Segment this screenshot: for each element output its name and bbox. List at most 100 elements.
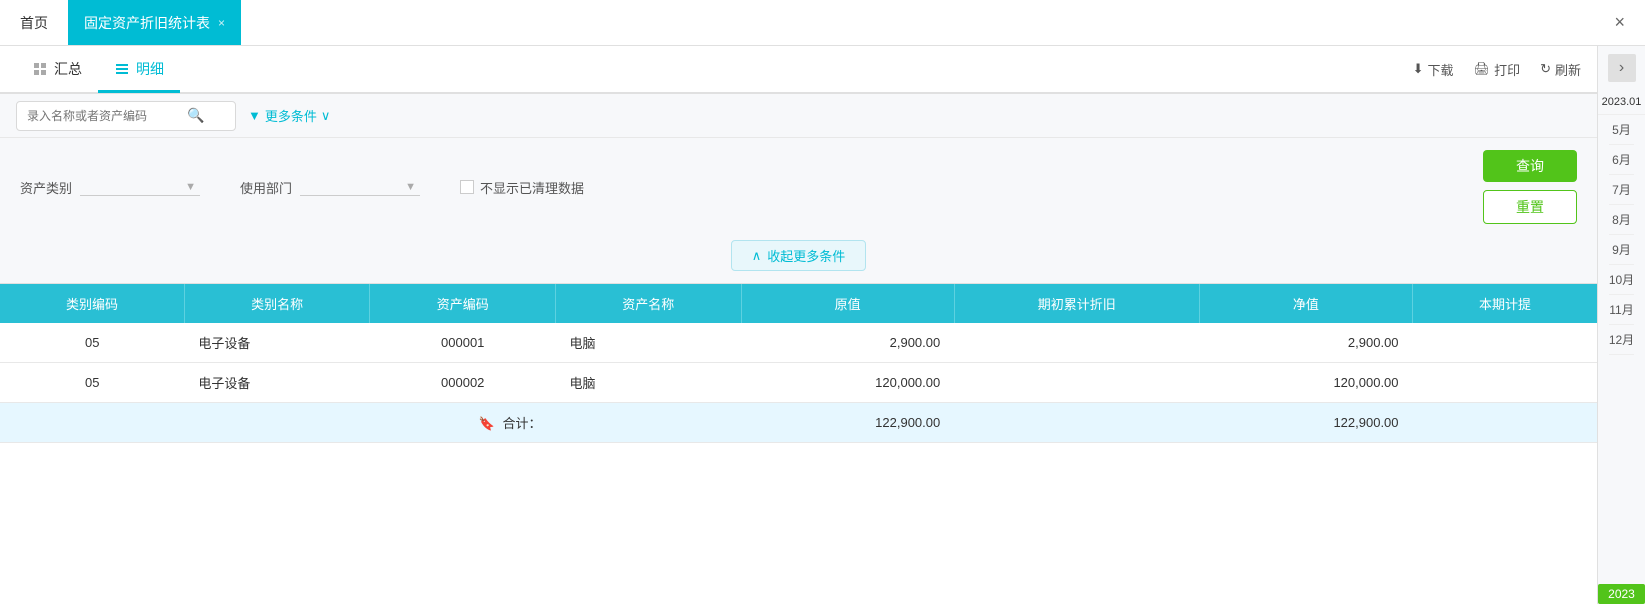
summary-asset-name bbox=[556, 403, 742, 443]
year-badge[interactable]: 2023 bbox=[1598, 584, 1645, 604]
cell-asset-code: 000001 bbox=[370, 323, 556, 363]
print-label: 打印 bbox=[1494, 60, 1520, 79]
department-arrow-icon: ▼ bbox=[405, 181, 416, 193]
search-bar: 🔍 ▼ 更多条件 ∨ bbox=[0, 94, 1597, 138]
cell-current-period bbox=[1413, 323, 1597, 363]
cell-current-period bbox=[1413, 363, 1597, 403]
sidebar-month-item[interactable]: 5月 bbox=[1609, 115, 1634, 145]
main-content: 汇总 明细 ⬇ 下载 🖨 打印 ↻ 刷新 bbox=[0, 46, 1645, 604]
summary-accumulated bbox=[954, 403, 1199, 443]
sidebar-month-item[interactable]: 6月 bbox=[1609, 145, 1634, 175]
cell-category-name: 电子设备 bbox=[184, 323, 370, 363]
cell-net-value: 2,900.00 bbox=[1199, 323, 1412, 363]
summary-net-value: 122,900.00 bbox=[1199, 403, 1412, 443]
table-row: 05 电子设备 000001 电脑 2,900.00 2,900.00 bbox=[0, 323, 1597, 363]
sidebar-month-item[interactable]: 12月 bbox=[1609, 325, 1634, 355]
download-button[interactable]: ⬇ 下载 bbox=[1413, 60, 1454, 79]
active-tab[interactable]: 固定资产折旧统计表 × bbox=[68, 0, 241, 45]
download-label: 下载 bbox=[1428, 60, 1454, 79]
window-close-button[interactable]: × bbox=[1594, 0, 1645, 45]
filter-actions: 查询 重置 bbox=[1483, 150, 1577, 224]
cell-asset-name: 电脑 bbox=[556, 363, 742, 403]
left-panel: 汇总 明细 ⬇ 下载 🖨 打印 ↻ 刷新 bbox=[0, 46, 1597, 604]
right-sidebar: › 2023.01 5月6月7月8月9月10月11月12月 2023 bbox=[1597, 46, 1645, 604]
chevron-down-icon: ∨ bbox=[321, 108, 331, 124]
sidebar-month-item[interactable]: 9月 bbox=[1609, 235, 1634, 265]
cell-asset-code: 000002 bbox=[370, 363, 556, 403]
tab-detail[interactable]: 明细 bbox=[98, 47, 180, 93]
hide-cleared-checkbox[interactable] bbox=[460, 180, 474, 194]
col-header-category-name: 类别名称 bbox=[184, 284, 370, 323]
hide-cleared-checkbox-wrap[interactable]: 不显示已清理数据 bbox=[460, 178, 584, 197]
cell-net-value: 120,000.00 bbox=[1199, 363, 1412, 403]
filter-row: 资产类别 ▼ 使用部门 ▼ 不显示已清理数据 bbox=[20, 150, 1577, 224]
cell-accumulated bbox=[954, 323, 1199, 363]
tab-detail-label: 明细 bbox=[136, 59, 164, 79]
summary-label-cell: 🔖 合计： bbox=[0, 403, 556, 443]
detail-icon bbox=[114, 61, 130, 77]
download-icon: ⬇ bbox=[1413, 61, 1424, 77]
cell-asset-name: 电脑 bbox=[556, 323, 742, 363]
query-button[interactable]: 查询 bbox=[1483, 150, 1577, 182]
refresh-icon: ↻ bbox=[1540, 61, 1551, 77]
collapse-button[interactable]: ∧ 收起更多条件 bbox=[731, 240, 867, 271]
sidebar-expand-arrow[interactable]: › bbox=[1608, 54, 1636, 82]
refresh-button[interactable]: ↻ 刷新 bbox=[1540, 60, 1581, 79]
search-icon[interactable]: 🔍 bbox=[187, 107, 204, 124]
cell-code: 05 bbox=[0, 323, 184, 363]
sidebar-month-item[interactable]: 7月 bbox=[1609, 175, 1634, 205]
cell-original-value: 120,000.00 bbox=[741, 363, 954, 403]
summary-original-value: 122,900.00 bbox=[741, 403, 954, 443]
col-header-asset-code: 资产编码 bbox=[370, 284, 556, 323]
col-header-net-value: 净值 bbox=[1199, 284, 1412, 323]
asset-category-filter: 资产类别 ▼ bbox=[20, 178, 200, 197]
col-header-asset-name: 资产名称 bbox=[556, 284, 742, 323]
home-tab[interactable]: 首页 bbox=[0, 0, 68, 45]
tab-summary[interactable]: 汇总 bbox=[16, 47, 98, 93]
summary-icon: 🔖 bbox=[479, 416, 495, 431]
sidebar-month-item[interactable]: 10月 bbox=[1609, 265, 1634, 295]
chevron-up-icon: ∧ bbox=[752, 248, 762, 264]
sidebar-month-item[interactable]: 8月 bbox=[1609, 205, 1634, 235]
more-conditions-button[interactable]: ▼ 更多条件 ∨ bbox=[248, 106, 330, 125]
cell-code: 05 bbox=[0, 363, 184, 403]
print-icon: 🖨 bbox=[1474, 61, 1491, 77]
tab-actions: ⬇ 下载 🖨 打印 ↻ 刷新 bbox=[1413, 60, 1581, 79]
table-summary-row: 🔖 合计： 122,900.00 122,900.00 bbox=[0, 403, 1597, 443]
filter-icon: ▼ bbox=[248, 108, 261, 123]
top-bar: 首页 固定资产折旧统计表 × × bbox=[0, 0, 1645, 46]
col-header-accumulated: 期初累计折旧 bbox=[954, 284, 1199, 323]
col-header-original-value: 原值 bbox=[741, 284, 954, 323]
cell-category-name: 电子设备 bbox=[184, 363, 370, 403]
asset-category-arrow-icon: ▼ bbox=[185, 181, 196, 193]
department-select[interactable]: ▼ bbox=[300, 179, 420, 196]
filter-panel: 资产类别 ▼ 使用部门 ▼ 不显示已清理数据 bbox=[0, 138, 1597, 284]
tab-close-icon[interactable]: × bbox=[218, 16, 225, 30]
more-conditions-label: 更多条件 bbox=[265, 106, 317, 125]
asset-category-select[interactable]: ▼ bbox=[80, 179, 200, 196]
collapse-label: 收起更多条件 bbox=[767, 246, 845, 265]
table-header-row: 类别编码 类别名称 资产编码 资产名称 原值 期初累计折旧 净值 本期计提 bbox=[0, 284, 1597, 323]
search-input-wrap[interactable]: 🔍 bbox=[16, 101, 236, 131]
col-header-category-code: 类别编码 bbox=[0, 284, 184, 323]
cell-original-value: 2,900.00 bbox=[741, 323, 954, 363]
reset-button[interactable]: 重置 bbox=[1483, 190, 1577, 224]
sidebar-current-month[interactable]: 2023.01 bbox=[1598, 90, 1645, 115]
tab-label: 固定资产折旧统计表 bbox=[84, 13, 210, 33]
table-wrap: 类别编码 类别名称 资产编码 资产名称 原值 期初累计折旧 净值 本期计提 05… bbox=[0, 284, 1597, 604]
print-button[interactable]: 🖨 打印 bbox=[1474, 60, 1521, 79]
search-input[interactable] bbox=[27, 109, 187, 123]
sidebar-month-item[interactable]: 11月 bbox=[1609, 295, 1634, 325]
summary-label: 合计： bbox=[502, 416, 541, 431]
summary-icon bbox=[32, 61, 48, 77]
table-row: 05 电子设备 000002 电脑 120,000.00 120,000.00 bbox=[0, 363, 1597, 403]
hide-cleared-label: 不显示已清理数据 bbox=[480, 178, 584, 197]
department-label: 使用部门 bbox=[240, 178, 292, 197]
refresh-label: 刷新 bbox=[1555, 60, 1581, 79]
cell-accumulated bbox=[954, 363, 1199, 403]
sub-tabs: 汇总 明细 ⬇ 下载 🖨 打印 ↻ 刷新 bbox=[0, 46, 1597, 94]
col-header-current-period: 本期计提 bbox=[1413, 284, 1597, 323]
data-table: 类别编码 类别名称 资产编码 资产名称 原值 期初累计折旧 净值 本期计提 05… bbox=[0, 284, 1597, 443]
summary-current-period bbox=[1413, 403, 1597, 443]
department-filter: 使用部门 ▼ bbox=[240, 178, 420, 197]
